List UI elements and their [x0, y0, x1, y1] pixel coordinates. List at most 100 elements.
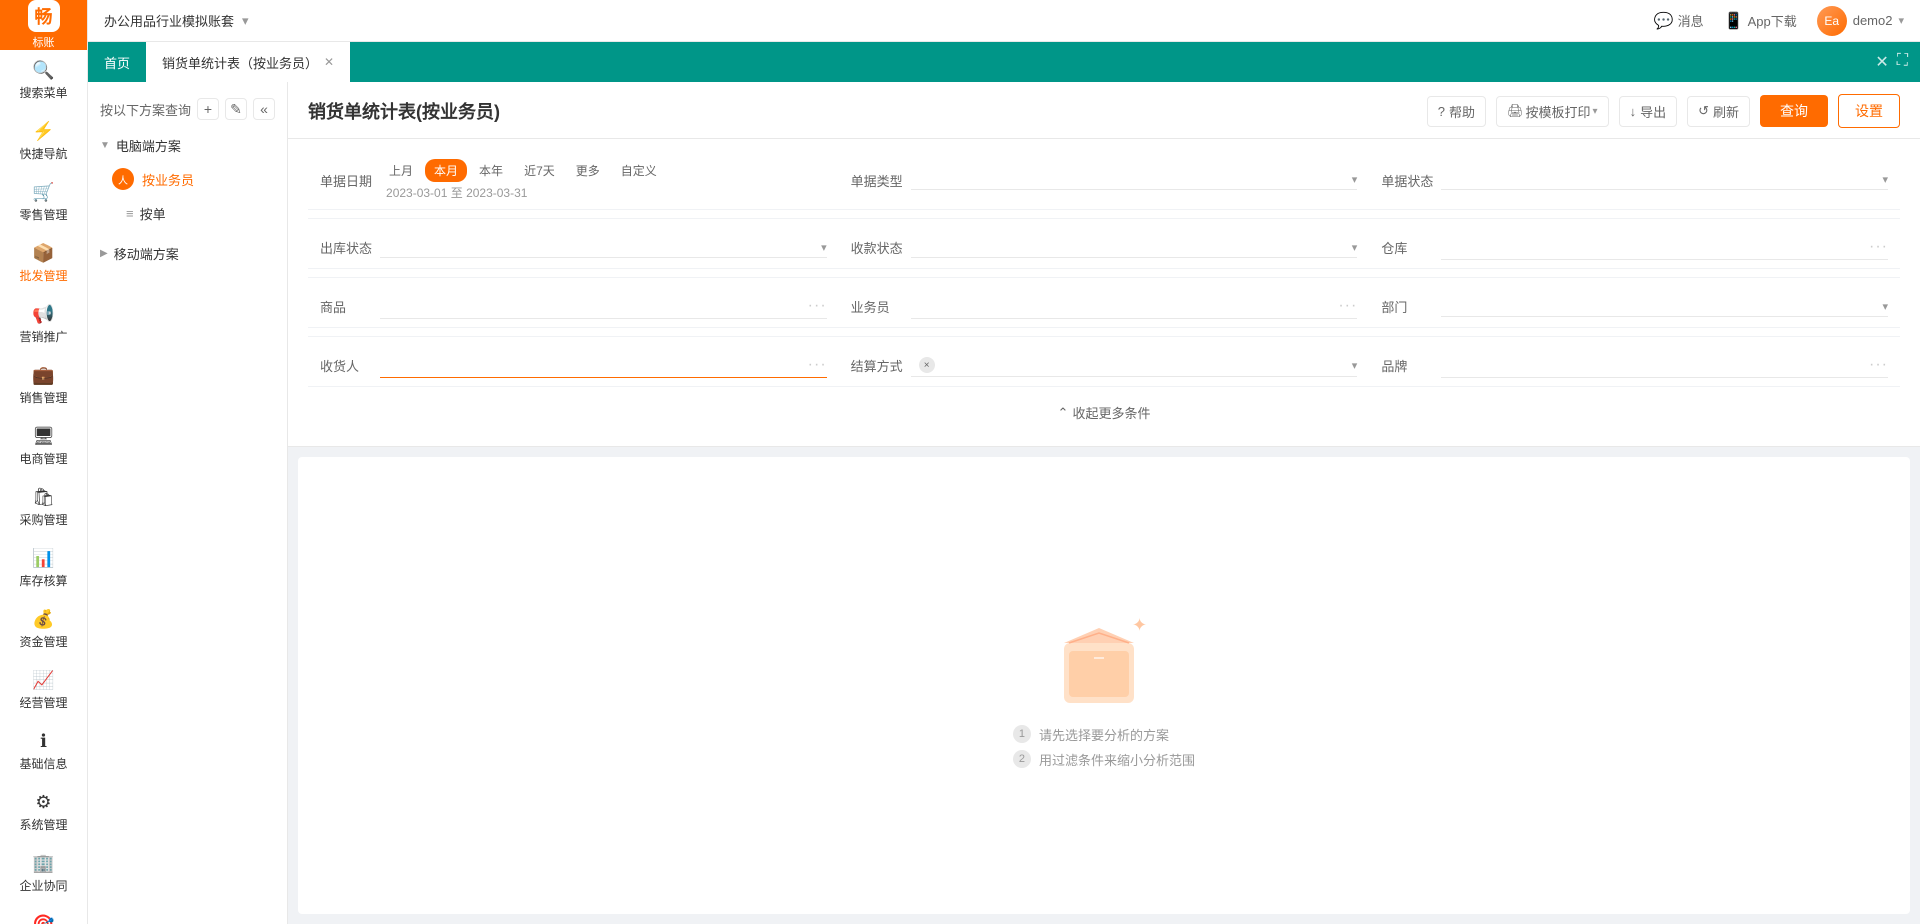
print-arrow-icon: ▾	[1593, 106, 1598, 117]
tab-expand-action[interactable]: ⛶	[1897, 52, 1908, 72]
sidebar-item-marketing[interactable]: 📢 营销推广	[0, 294, 88, 355]
user-menu[interactable]: Ea demo2 ▾	[1817, 6, 1904, 36]
salesperson-input-wrap[interactable]: ···	[911, 294, 1358, 319]
sidebar-item-label: 零售管理	[19, 206, 67, 223]
sidebar-item-label: 快捷导航	[19, 145, 67, 162]
consignee-dots[interactable]: ···	[808, 356, 827, 374]
tab-home[interactable]: 首页	[88, 42, 146, 82]
export-btn[interactable]: ↓ 导出	[1619, 96, 1678, 127]
brand-dots[interactable]: ···	[1869, 356, 1888, 374]
top-bar: 办公用品行业模拟账套 ▾ 💬 消息 📱 App下载 Ea demo2 ▾	[88, 0, 1920, 42]
left-panel-title: 按以下方案查询	[100, 100, 191, 119]
sidebar-item-quick-nav[interactable]: ⚡ 快捷导航	[0, 111, 88, 172]
sidebar-item-purchase[interactable]: 🛍 采购管理	[0, 477, 88, 538]
sidebar-item-label: 批发管理	[19, 267, 67, 284]
filter-brand-cell: 品牌 ···	[1369, 345, 1900, 387]
pc-scheme-group: ▼ 电脑端方案 人 按业务员 ≡ 按单	[88, 126, 287, 234]
doc-status-label: 单据状态	[1381, 171, 1433, 190]
tip-num-1: 1	[1013, 725, 1031, 743]
out-status-arrow: ▾	[821, 241, 827, 254]
top-title-arrow[interactable]: ▾	[242, 13, 249, 29]
filter-consignee-cell: 收货人 ···	[308, 345, 839, 387]
out-status-input-wrap[interactable]: ▾	[380, 238, 827, 258]
custom-btn[interactable]: 自定义	[612, 159, 666, 182]
filter-collect-status-cell: 收款状态 ▾	[839, 227, 1370, 269]
user-arrow-icon: ▾	[1898, 14, 1904, 27]
avatar: Ea	[1817, 6, 1847, 36]
template-print-btn[interactable]: 🖨 按模板打印 ▾	[1496, 96, 1609, 127]
warehouse-input-wrap[interactable]: ···	[1441, 235, 1888, 260]
tab-close-icon[interactable]: ✕	[324, 55, 334, 69]
collect-status-input-wrap[interactable]: ▾	[911, 238, 1358, 258]
filter-area: 单据日期 上月 本月 本年 近7天 更多 自定义 2023-03-01 至 20…	[288, 139, 1920, 447]
consignee-input[interactable]	[384, 358, 804, 373]
tab-close-action[interactable]: ✕	[1875, 52, 1888, 72]
sidebar-item-label: 搜索菜单	[19, 84, 67, 101]
salesperson-dots[interactable]: ···	[1338, 297, 1357, 315]
doc-status-input-wrap[interactable]: ▾	[1441, 170, 1888, 190]
sidebar-item-enterprise[interactable]: 🏢 企业协同	[0, 843, 88, 904]
sidebar-item-newbie[interactable]: 🎯 新手引导	[0, 904, 88, 924]
retail-icon: 🛒	[32, 182, 54, 203]
settlement-input-wrap[interactable]: × ▾	[911, 354, 1358, 377]
sidebar-item-label: 经营管理	[19, 694, 67, 711]
refresh-btn[interactable]: ↺ 刷新	[1687, 96, 1750, 127]
add-scheme-btn[interactable]: +	[197, 98, 219, 120]
tip-num-2: 2	[1013, 750, 1031, 768]
collapse-panel-btn[interactable]: «	[253, 98, 275, 120]
this-year-btn[interactable]: 本年	[470, 159, 512, 182]
doc-type-input-wrap[interactable]: ▾	[911, 170, 1358, 190]
sidebar-item-sales[interactable]: 💼 销售管理	[0, 355, 88, 416]
sidebar-item-system[interactable]: ⚙ 系统管理	[0, 782, 88, 843]
scheme-item-salesperson[interactable]: 人 按业务员	[88, 161, 287, 197]
sidebar-item-retail[interactable]: 🛒 零售管理	[0, 172, 88, 233]
filter-dept-cell: 部门 ▾	[1369, 286, 1900, 328]
product-input-wrap[interactable]: ···	[380, 294, 827, 319]
warehouse-label: 仓库	[1381, 238, 1433, 257]
warehouse-dots[interactable]: ···	[1869, 238, 1888, 256]
last-month-btn[interactable]: 上月	[380, 159, 422, 182]
ecommerce-icon: 🖥	[32, 426, 55, 447]
mobile-scheme-label: 移动端方案	[114, 244, 179, 263]
product-dots[interactable]: ···	[808, 297, 827, 315]
collapse-row: ⌃ 收起更多条件	[308, 391, 1900, 434]
app-download-label: App下载	[1748, 11, 1797, 30]
settings-btn[interactable]: 设置	[1838, 94, 1900, 128]
scheme-item-salesperson-label: 按业务员	[142, 170, 194, 189]
wholesale-icon: 📦	[32, 243, 54, 264]
dept-input-wrap[interactable]: ▾	[1441, 297, 1888, 317]
last7-btn[interactable]: 近7天	[515, 159, 564, 182]
doc-type-arrow: ▾	[1352, 173, 1358, 186]
message-btn[interactable]: 💬 消息	[1654, 11, 1704, 31]
sidebar-item-operation[interactable]: 📈 经营管理	[0, 660, 88, 721]
sidebar-item-finance[interactable]: 💰 资金管理	[0, 599, 88, 660]
top-bar-left: 办公用品行业模拟账套 ▾	[104, 11, 249, 30]
sidebar-item-inventory[interactable]: 📊 库存核算	[0, 538, 88, 599]
settlement-tag-close[interactable]: ×	[919, 357, 935, 373]
sidebar-item-wholesale[interactable]: 📦 批发管理	[0, 233, 88, 294]
help-icon: ?	[1438, 104, 1445, 119]
pc-scheme-header[interactable]: ▼ 电脑端方案	[88, 130, 287, 161]
tab-sales-stat-label: 销货单统计表（按业务员）	[162, 53, 318, 72]
pc-scheme-label: 电脑端方案	[116, 136, 181, 155]
more-btn[interactable]: 更多	[567, 159, 609, 182]
sidebar-item-basic-info[interactable]: ℹ 基础信息	[0, 721, 88, 782]
consignee-label: 收货人	[320, 356, 372, 375]
top-bar-right: 💬 消息 📱 App下载 Ea demo2 ▾	[1654, 6, 1904, 36]
help-btn[interactable]: ? 帮助	[1427, 96, 1486, 127]
mobile-scheme-header[interactable]: ▶ 移动端方案	[88, 238, 287, 269]
tab-sales-stat[interactable]: 销货单统计表（按业务员） ✕	[146, 42, 350, 82]
sidebar-item-ecommerce[interactable]: 🖥 电商管理	[0, 416, 88, 477]
app-download-btn[interactable]: 📱 App下载	[1724, 11, 1797, 31]
this-month-btn[interactable]: 本月	[425, 159, 467, 182]
collapse-btn[interactable]: ⌃ 收起更多条件	[1046, 399, 1163, 426]
filter-date-cell: 单据日期 上月 本月 本年 近7天 更多 自定义 2023-03-01 至 20…	[308, 151, 839, 210]
sidebar-item-search[interactable]: 🔍 搜索菜单	[0, 50, 88, 111]
logo[interactable]: 畅 标账	[0, 0, 88, 50]
query-btn[interactable]: 查询	[1760, 95, 1828, 127]
scheme-sub-item-order[interactable]: ≡ 按单	[88, 197, 287, 230]
edit-scheme-btn[interactable]: ✎	[225, 98, 247, 120]
collect-status-arrow: ▾	[1352, 241, 1358, 254]
brand-input-wrap[interactable]: ···	[1441, 353, 1888, 378]
quick-nav-icon: ⚡	[32, 121, 54, 142]
